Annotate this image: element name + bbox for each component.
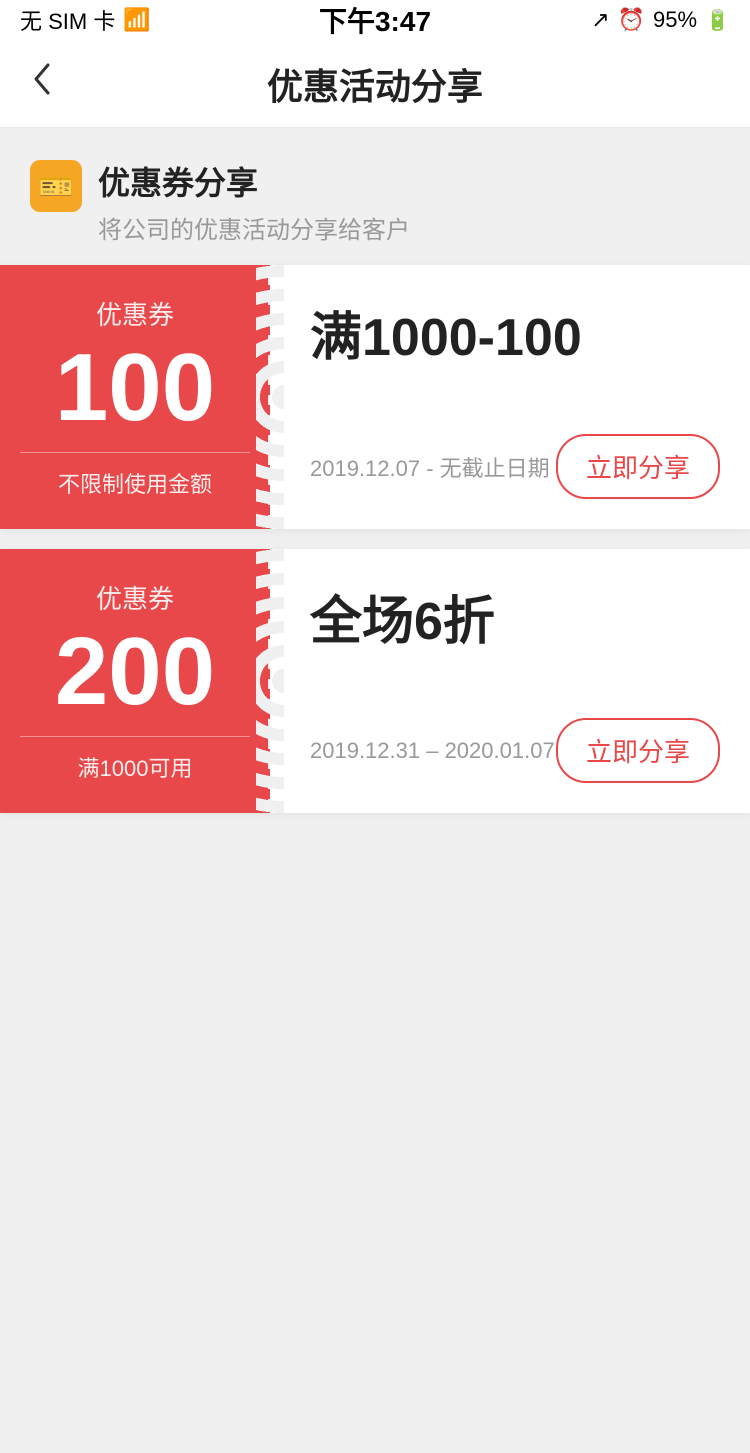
section-text: 优惠券分享 将公司的优惠活动分享给客户 [98, 158, 410, 245]
coupon-amount-1: 100 [55, 340, 215, 436]
coupons-list: 优惠券 100 不限制使用金额 满1000-100 2019.12.07 - 无… [0, 265, 750, 853]
share-button-1[interactable]: 立即分享 [556, 434, 720, 499]
coupon-right-2: 全场6折 2019.12.31 – 2020.01.07 立即分享 [270, 549, 750, 813]
section-header: 🎫 优惠券分享 将公司的优惠活动分享给客户 [0, 128, 750, 265]
coupon-card-1: 优惠券 100 不限制使用金额 满1000-100 2019.12.07 - 无… [0, 265, 750, 529]
coupon-card-2: 优惠券 200 满1000可用 全场6折 2019.12.31 – 2020.0… [0, 549, 750, 813]
status-bar: 无 SIM 卡 📶 下午3:47 ↗ ⏰ 95% 🔋 [0, 0, 750, 40]
bottom-area [0, 853, 750, 1453]
section-subtitle: 将公司的优惠活动分享给客户 [98, 210, 410, 245]
section-icon: 🎫 [30, 160, 82, 212]
coupon-left-1: 优惠券 100 不限制使用金额 [0, 265, 270, 529]
page-title: 优惠活动分享 [267, 58, 483, 110]
signal-text: 无 SIM 卡 [20, 4, 115, 36]
wifi-icon: 📶 [123, 7, 150, 33]
coupon-date-2: 2019.12.31 – 2020.01.07 [310, 738, 556, 764]
coupon-icon: 🎫 [39, 170, 74, 203]
coupon-title-1: 满1000-100 [310, 295, 720, 370]
coupon-title-2: 全场6折 [310, 579, 720, 654]
battery-text: 95% [653, 7, 697, 33]
battery-icon: 🔋 [705, 8, 730, 33]
coupon-bottom-2: 2019.12.31 – 2020.01.07 立即分享 [310, 718, 720, 783]
share-button-2[interactable]: 立即分享 [556, 718, 720, 783]
coupon-amount-2: 200 [55, 624, 215, 720]
coupon-type-1: 优惠券 [96, 295, 174, 332]
nav-bar: 优惠活动分享 [0, 40, 750, 128]
back-button[interactable] [30, 59, 54, 109]
section-title: 优惠券分享 [98, 158, 410, 204]
coupon-type-2: 优惠券 [96, 579, 174, 616]
alarm-icon: ⏰ [618, 7, 645, 33]
coupon-bottom-1: 2019.12.07 - 无截止日期 立即分享 [310, 434, 720, 499]
status-time: 下午3:47 [319, 0, 431, 40]
status-left: 无 SIM 卡 📶 [20, 4, 151, 36]
coupon-left-2: 优惠券 200 满1000可用 [0, 549, 270, 813]
coupon-right-1: 满1000-100 2019.12.07 - 无截止日期 立即分享 [270, 265, 750, 529]
coupon-divider-1 [20, 452, 250, 453]
status-right: ↗ ⏰ 95% 🔋 [591, 7, 730, 33]
location-icon: ↗ [591, 7, 609, 33]
coupon-date-1: 2019.12.07 - 无截止日期 [310, 451, 556, 483]
coupon-condition-2: 满1000可用 [78, 751, 193, 783]
coupon-condition-1: 不限制使用金额 [58, 467, 212, 499]
coupon-divider-2 [20, 736, 250, 737]
